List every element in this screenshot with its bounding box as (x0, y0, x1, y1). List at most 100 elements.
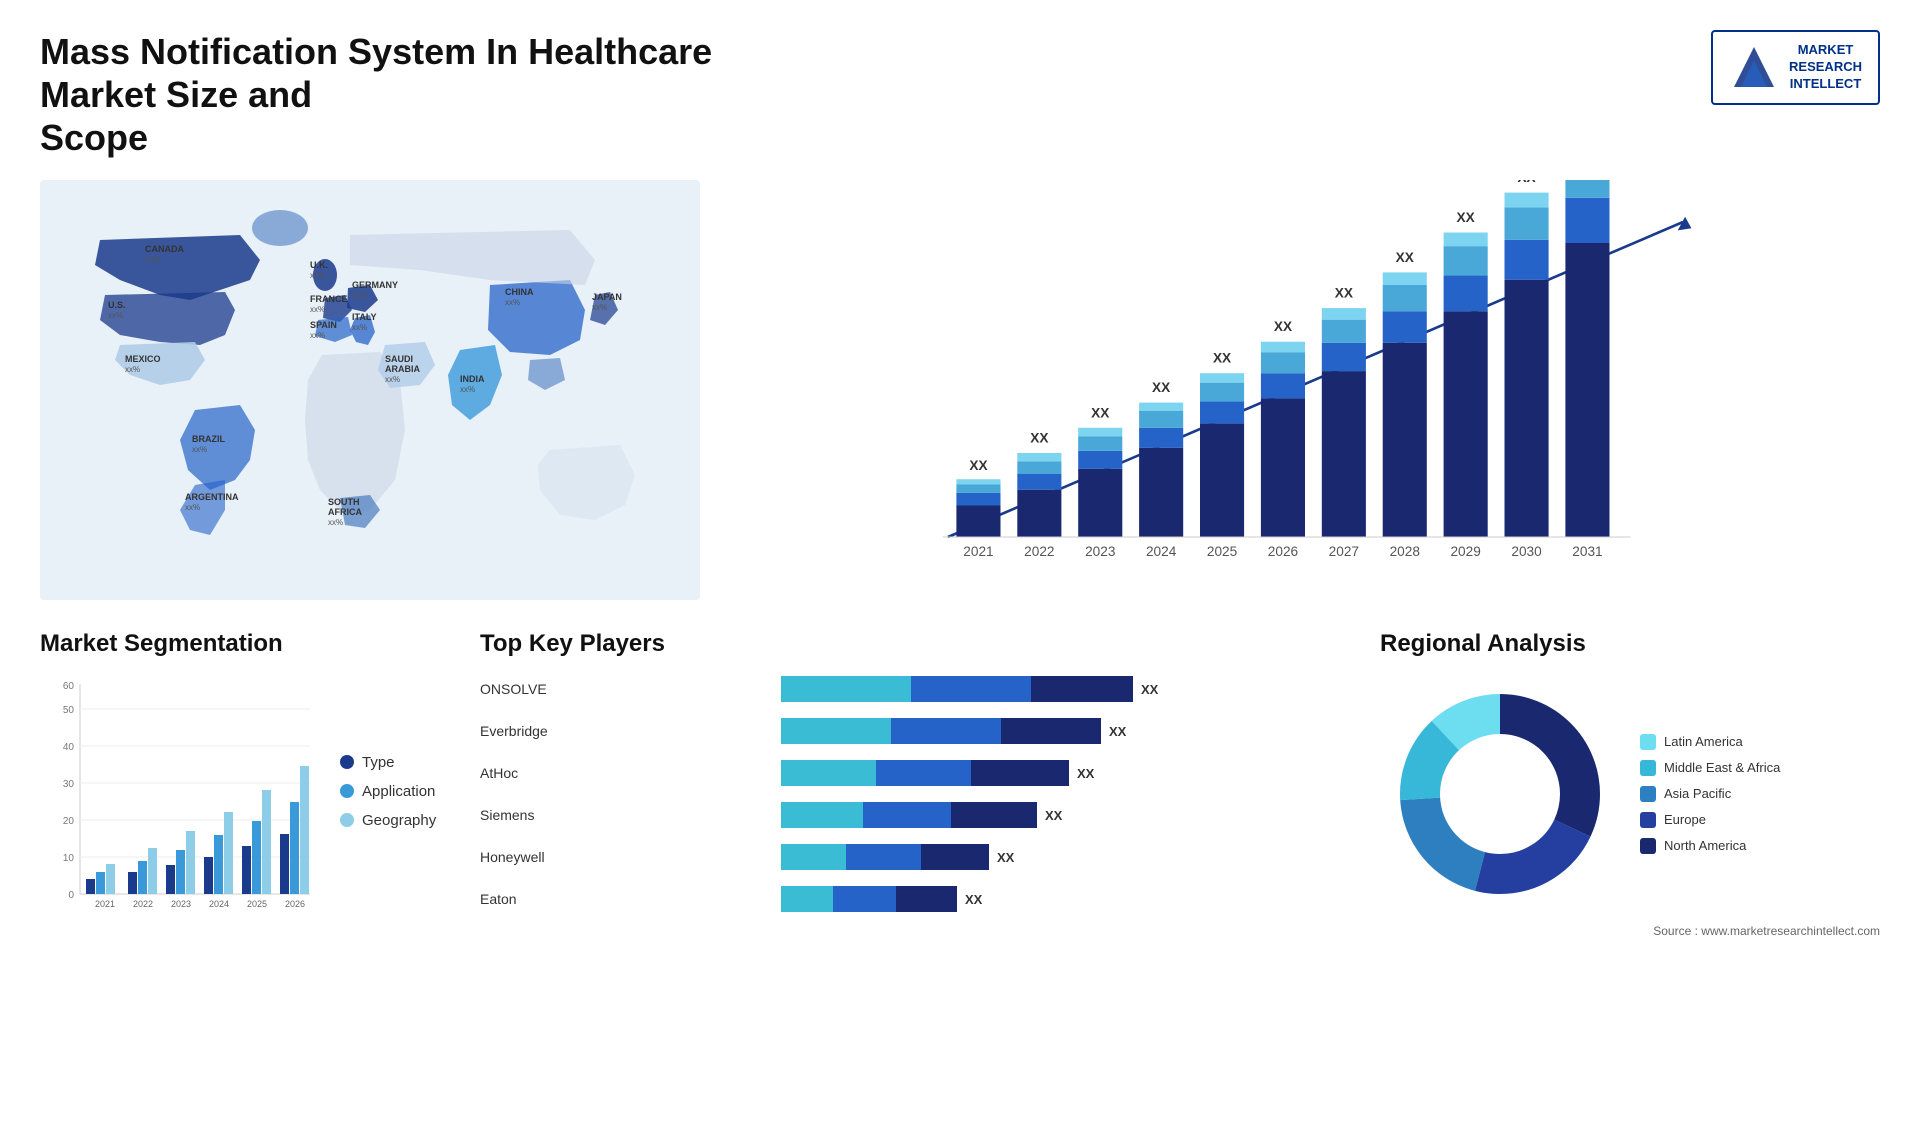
svg-text:40: 40 (63, 742, 75, 753)
svg-text:2023: 2023 (171, 899, 191, 909)
title-line1: Mass Notification System In Healthcare M… (40, 31, 712, 115)
geography-label: Geography (362, 812, 436, 829)
svg-text:2022: 2022 (133, 899, 153, 909)
top-section: CANADA xx% U.S. xx% MEXICO xx% BRAZIL xx… (40, 180, 1880, 600)
logo-text: MARKET RESEARCH INTELLECT (1789, 42, 1862, 93)
legend-europe: Europe (1640, 812, 1780, 828)
svg-text:SAUDI: SAUDI (385, 354, 413, 364)
key-players-title: Top Key Players (480, 630, 1360, 658)
svg-text:xx%: xx% (185, 503, 200, 512)
player-row-siemens: Siemens XX (480, 800, 1360, 830)
type-label: Type (362, 754, 395, 771)
player-bar-siemens: XX (602, 800, 1360, 830)
svg-text:XX: XX (1517, 180, 1535, 185)
svg-text:2025: 2025 (1207, 543, 1238, 558)
svg-text:xx%: xx% (352, 323, 367, 332)
svg-text:xx%: xx% (310, 331, 325, 340)
player-row-honeywell: Honeywell XX (480, 842, 1360, 872)
svg-text:xx%: xx% (592, 303, 607, 312)
svg-text:xx%: xx% (310, 305, 325, 314)
legend-geography: Geography (340, 812, 436, 829)
asia-pacific-label: Asia Pacific (1664, 786, 1731, 801)
svg-text:CANADA: CANADA (145, 244, 184, 254)
svg-text:XX: XX (1396, 249, 1414, 264)
svg-text:SOUTH: SOUTH (328, 497, 360, 507)
player-name-onsolve: ONSOLVE (480, 681, 590, 697)
svg-text:2024: 2024 (1146, 543, 1177, 558)
svg-text:xx%: xx% (328, 518, 343, 527)
svg-text:XX: XX (1091, 405, 1109, 420)
svg-text:xx%: xx% (192, 445, 207, 454)
svg-text:2031: 2031 (1572, 543, 1602, 558)
svg-text:30: 30 (63, 779, 75, 790)
legend-middle-east: Middle East & Africa (1640, 760, 1780, 776)
player-row-onsolve: ONSOLVE XX (480, 674, 1360, 704)
regional-legend: Latin America Middle East & Africa Asia … (1640, 734, 1780, 854)
world-map-svg: CANADA xx% U.S. xx% MEXICO xx% BRAZIL xx… (40, 180, 700, 600)
regional-title: Regional Analysis (1380, 630, 1880, 658)
svg-text:xx%: xx% (385, 375, 400, 384)
svg-text:xx%: xx% (352, 291, 367, 300)
world-map-container: CANADA xx% U.S. xx% MEXICO xx% BRAZIL xx… (40, 180, 700, 600)
legend-application: Application (340, 783, 436, 800)
svg-text:2026: 2026 (285, 899, 305, 909)
segmentation-chart-svg: 0 10 20 30 40 50 60 2021 (40, 674, 320, 934)
segmentation-title: Market Segmentation (40, 630, 460, 658)
player-bar-athoc: XX (602, 758, 1360, 788)
source-text: Source : www.marketresearchintellect.com (1380, 924, 1880, 938)
svg-text:XX: XX (1457, 210, 1475, 225)
svg-text:xx%: xx% (505, 298, 520, 307)
player-bar-everbridge: XX (602, 716, 1360, 746)
donut-area: Latin America Middle East & Africa Asia … (1380, 674, 1880, 914)
segmentation-chart-area: 0 10 20 30 40 50 60 2021 (40, 674, 460, 934)
type-dot (340, 755, 354, 769)
players-table: ONSOLVE XX Everbridge (480, 674, 1360, 914)
svg-text:INDIA: INDIA (460, 374, 485, 384)
north-america-color (1640, 838, 1656, 854)
svg-text:ARABIA: ARABIA (385, 364, 420, 374)
svg-text:XX: XX (1045, 808, 1063, 823)
svg-text:FRANCE: FRANCE (310, 294, 348, 304)
svg-text:2028: 2028 (1390, 543, 1420, 558)
svg-text:0: 0 (68, 890, 74, 901)
growth-chart-container: XX 2021 XX 2022 XX 2023 XX 2024 (730, 180, 1880, 600)
player-bar-honeywell: XX (602, 842, 1360, 872)
svg-text:XX: XX (997, 850, 1015, 865)
svg-text:20: 20 (63, 816, 75, 827)
svg-text:2024: 2024 (209, 899, 229, 909)
player-bar-eaton: XX (602, 884, 1360, 914)
player-name-eaton: Eaton (480, 891, 590, 907)
svg-text:CHINA: CHINA (505, 287, 534, 297)
key-players-section: Top Key Players ONSOLVE XX Everbridge (480, 630, 1360, 938)
page-title: Mass Notification System In Healthcare M… (40, 30, 740, 160)
player-name-athoc: AtHoc (480, 765, 590, 781)
svg-text:XX: XX (1030, 430, 1048, 445)
svg-text:2027: 2027 (1329, 543, 1359, 558)
regional-section: Regional Analysis (1380, 630, 1880, 938)
legend-north-america: North America (1640, 838, 1780, 854)
svg-text:U.K.: U.K. (310, 260, 328, 270)
svg-text:10: 10 (63, 853, 75, 864)
svg-text:2030: 2030 (1511, 543, 1542, 558)
legend-type: Type (340, 754, 436, 771)
application-dot (340, 784, 354, 798)
north-america-label: North America (1664, 838, 1746, 853)
bottom-section: Market Segmentation 0 10 20 30 40 50 60 (40, 630, 1880, 938)
svg-text:50: 50 (63, 705, 75, 716)
latin-america-label: Latin America (1664, 734, 1743, 749)
svg-text:2026: 2026 (1268, 543, 1298, 558)
svg-text:AFRICA: AFRICA (328, 507, 362, 517)
svg-text:60: 60 (63, 681, 75, 692)
svg-text:XX: XX (1274, 319, 1292, 334)
svg-text:2021: 2021 (963, 543, 993, 558)
svg-text:GERMANY: GERMANY (352, 280, 398, 290)
svg-text:XX: XX (969, 457, 987, 472)
donut-chart-svg (1380, 674, 1620, 914)
segmentation-section: Market Segmentation 0 10 20 30 40 50 60 (40, 630, 460, 938)
svg-text:BRAZIL: BRAZIL (192, 434, 225, 444)
title-line2: Scope (40, 117, 148, 158)
legend-asia-pacific: Asia Pacific (1640, 786, 1780, 802)
svg-text:xx%: xx% (145, 255, 160, 264)
legend-latin-america: Latin America (1640, 734, 1780, 750)
svg-text:XX: XX (1109, 724, 1127, 739)
